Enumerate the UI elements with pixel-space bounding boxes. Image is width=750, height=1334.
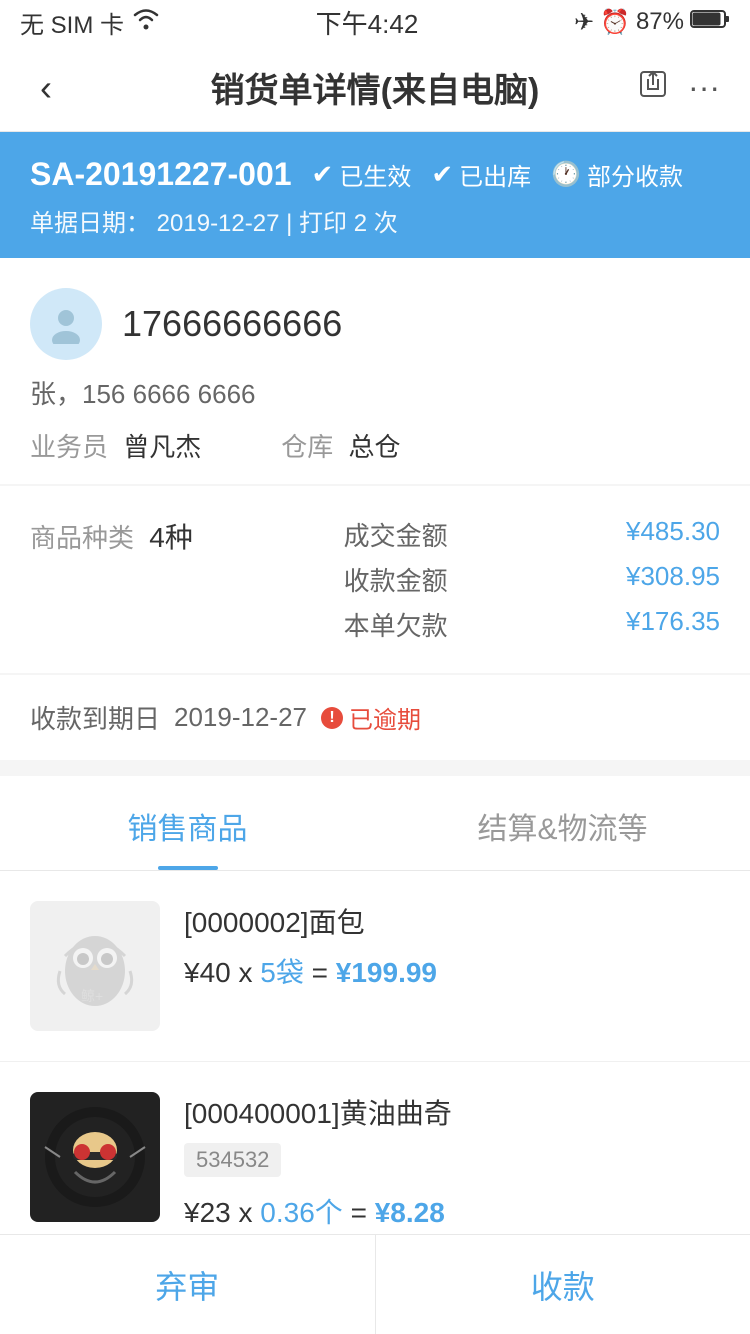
status-bar: 无 SIM 卡 下午4:42 ✈ ⏰ 87% <box>0 0 750 44</box>
alarm-icon: ⏰ <box>600 8 630 37</box>
product-name-2: [000400001]黄油曲奇 <box>184 1092 720 1132</box>
clock-icon: 🕐 <box>551 160 581 189</box>
badge-partial-label: 部分收款 <box>587 157 683 192</box>
total-1: ¥199.99 <box>336 957 437 988</box>
product-list: 鲸+ [0000002]面包 ¥40 x 5袋 = ¥199.99 <box>0 871 750 1262</box>
tab-products-label: 销售商品 <box>128 813 248 846</box>
badge-effective: ✔ 已生效 <box>312 157 412 192</box>
qty-1: 5袋 <box>260 957 304 988</box>
overdue-dot-icon: ! <box>321 707 343 729</box>
collect-button[interactable]: 收款 <box>376 1235 750 1334</box>
product-thumb-2 <box>30 1092 160 1222</box>
product-name-1: [0000002]面包 <box>184 901 720 941</box>
type-label: 商品种类 <box>30 523 134 553</box>
tabs-row: 销售商品 结算&物流等 <box>0 776 750 870</box>
collect-label: 收款 <box>531 1262 595 1308</box>
deal-row: 成交金额 ¥485.30 <box>344 516 720 553</box>
nav-bar: ‹ 销货单详情(来自电脑) ··· <box>0 44 750 132</box>
product-type-count: 商品种类 4种 <box>30 516 344 556</box>
avatar <box>30 288 102 360</box>
debt-value: ¥176.35 <box>626 606 720 643</box>
price-1: ¥40 <box>184 957 231 988</box>
warehouse-info: 仓库 总仓 <box>281 427 400 464</box>
tabs-section: 销售商品 结算&物流等 <box>0 776 750 871</box>
badge-shipped-label: 已出库 <box>459 157 531 192</box>
warehouse-value: 总仓 <box>349 432 401 462</box>
receipt-row: 收款金额 ¥308.95 <box>344 561 720 598</box>
due-date: 2019-12-27 <box>174 702 307 733</box>
header-date-row: 单据日期： 2019-12-27 | 打印 2 次 <box>30 203 720 238</box>
sales-value: 曾凡杰 <box>123 432 201 462</box>
overdue-badge: ! 已逾期 <box>321 700 421 735</box>
sales-info: 业务员 曾凡杰 <box>30 427 201 464</box>
share-icon[interactable] <box>638 69 668 107</box>
warehouse-label: 仓库 <box>281 432 333 462</box>
check-icon-2: ✔ <box>431 159 453 190</box>
status-time: 下午4:42 <box>316 4 419 41</box>
product-info-2: [000400001]黄油曲奇 534532 ¥23 x 0.36个 = ¥8.… <box>184 1092 720 1231</box>
check-icon-1: ✔ <box>312 159 334 190</box>
product-price-1: ¥40 x 5袋 = ¥199.99 <box>184 951 720 991</box>
debt-label: 本单欠款 <box>344 606 448 643</box>
type-value: 4种 <box>149 522 193 553</box>
date-label: 单据日期： <box>30 210 150 237</box>
no-sim-label: 无 SIM 卡 <box>20 5 124 40</box>
tab-settlement-label: 结算&物流等 <box>477 813 647 846</box>
product-thumb-1: 鲸+ <box>30 901 160 1031</box>
bottom-bar: 弃审 收款 <box>0 1234 750 1334</box>
print-count: 2 <box>354 210 367 237</box>
customer-sub-info: 张，156 6666 6666 <box>30 374 720 411</box>
product-thumb-inner-1: 鲸+ <box>30 901 160 1031</box>
wifi-icon <box>132 8 160 37</box>
badge-shipped: ✔ 已出库 <box>431 157 531 192</box>
due-section: 收款到期日 2019-12-27 ! 已逾期 <box>0 675 750 760</box>
date-value: 2019-12-27 <box>157 210 280 237</box>
page-title: 销货单详情(来自电脑) <box>211 63 540 112</box>
battery-label: 87% <box>636 8 684 36</box>
stats-section: 商品种类 4种 成交金额 ¥485.30 收款金额 ¥308.95 本单欠款 ¥… <box>0 486 750 673</box>
product-item-1: 鲸+ [0000002]面包 ¥40 x 5袋 = ¥199.99 <box>0 871 750 1062</box>
order-number: SA-20191227-001 <box>30 156 292 193</box>
sales-label: 业务员 <box>30 432 108 462</box>
back-button[interactable]: ‹ <box>30 57 62 119</box>
badge-effective-label: 已生效 <box>339 157 411 192</box>
badge-partial: 🕐 部分收款 <box>551 157 683 192</box>
product-thumb-inner-2 <box>30 1092 160 1222</box>
tab-products[interactable]: 销售商品 <box>0 776 375 870</box>
customer-meta: 业务员 曾凡杰 仓库 总仓 <box>30 427 720 464</box>
status-right: ✈ ⏰ 87% <box>574 8 730 37</box>
status-left: 无 SIM 卡 <box>20 5 160 40</box>
deal-value: ¥485.30 <box>626 516 720 553</box>
nav-actions: ··· <box>638 69 720 107</box>
customer-top: 17666666666 <box>30 288 720 360</box>
deal-label: 成交金额 <box>344 516 448 553</box>
amount-stats: 成交金额 ¥485.30 收款金额 ¥308.95 本单欠款 ¥176.35 <box>344 516 720 643</box>
order-header: SA-20191227-001 ✔ 已生效 ✔ 已出库 🕐 部分收款 单据日期：… <box>0 132 750 258</box>
overdue-label: 已逾期 <box>349 700 421 735</box>
reject-label: 弃审 <box>155 1262 219 1308</box>
product-price-2: ¥23 x 0.36个 = ¥8.28 <box>184 1191 720 1231</box>
product-info-1: [0000002]面包 ¥40 x 5袋 = ¥199.99 <box>184 901 720 991</box>
header-row1: SA-20191227-001 ✔ 已生效 ✔ 已出库 🕐 部分收款 <box>30 156 720 193</box>
product-item-2: [000400001]黄油曲奇 534532 ¥23 x 0.36个 = ¥8.… <box>0 1062 750 1262</box>
print-label: | 打印 <box>286 210 347 237</box>
debt-row: 本单欠款 ¥176.35 <box>344 606 720 643</box>
customer-section: 17666666666 张，156 6666 6666 业务员 曾凡杰 仓库 总… <box>0 258 750 484</box>
qty-2: 0.36个 <box>260 1197 343 1228</box>
more-icon[interactable]: ··· <box>688 69 720 106</box>
product-sku-2: 534532 <box>184 1143 281 1177</box>
battery-icon <box>690 8 730 36</box>
due-label: 收款到期日 <box>30 699 160 736</box>
price-2: ¥23 <box>184 1197 231 1228</box>
print-suffix: 次 <box>374 210 398 237</box>
location-icon: ✈ <box>574 8 594 37</box>
receipt-value: ¥308.95 <box>626 561 720 598</box>
svg-text:鲸+: 鲸+ <box>81 988 103 1004</box>
receipt-label: 收款金额 <box>344 561 448 598</box>
reject-button[interactable]: 弃审 <box>0 1235 376 1334</box>
customer-id: 17666666666 <box>122 303 342 345</box>
total-2: ¥8.28 <box>375 1197 445 1228</box>
tab-settlement[interactable]: 结算&物流等 <box>375 776 750 870</box>
